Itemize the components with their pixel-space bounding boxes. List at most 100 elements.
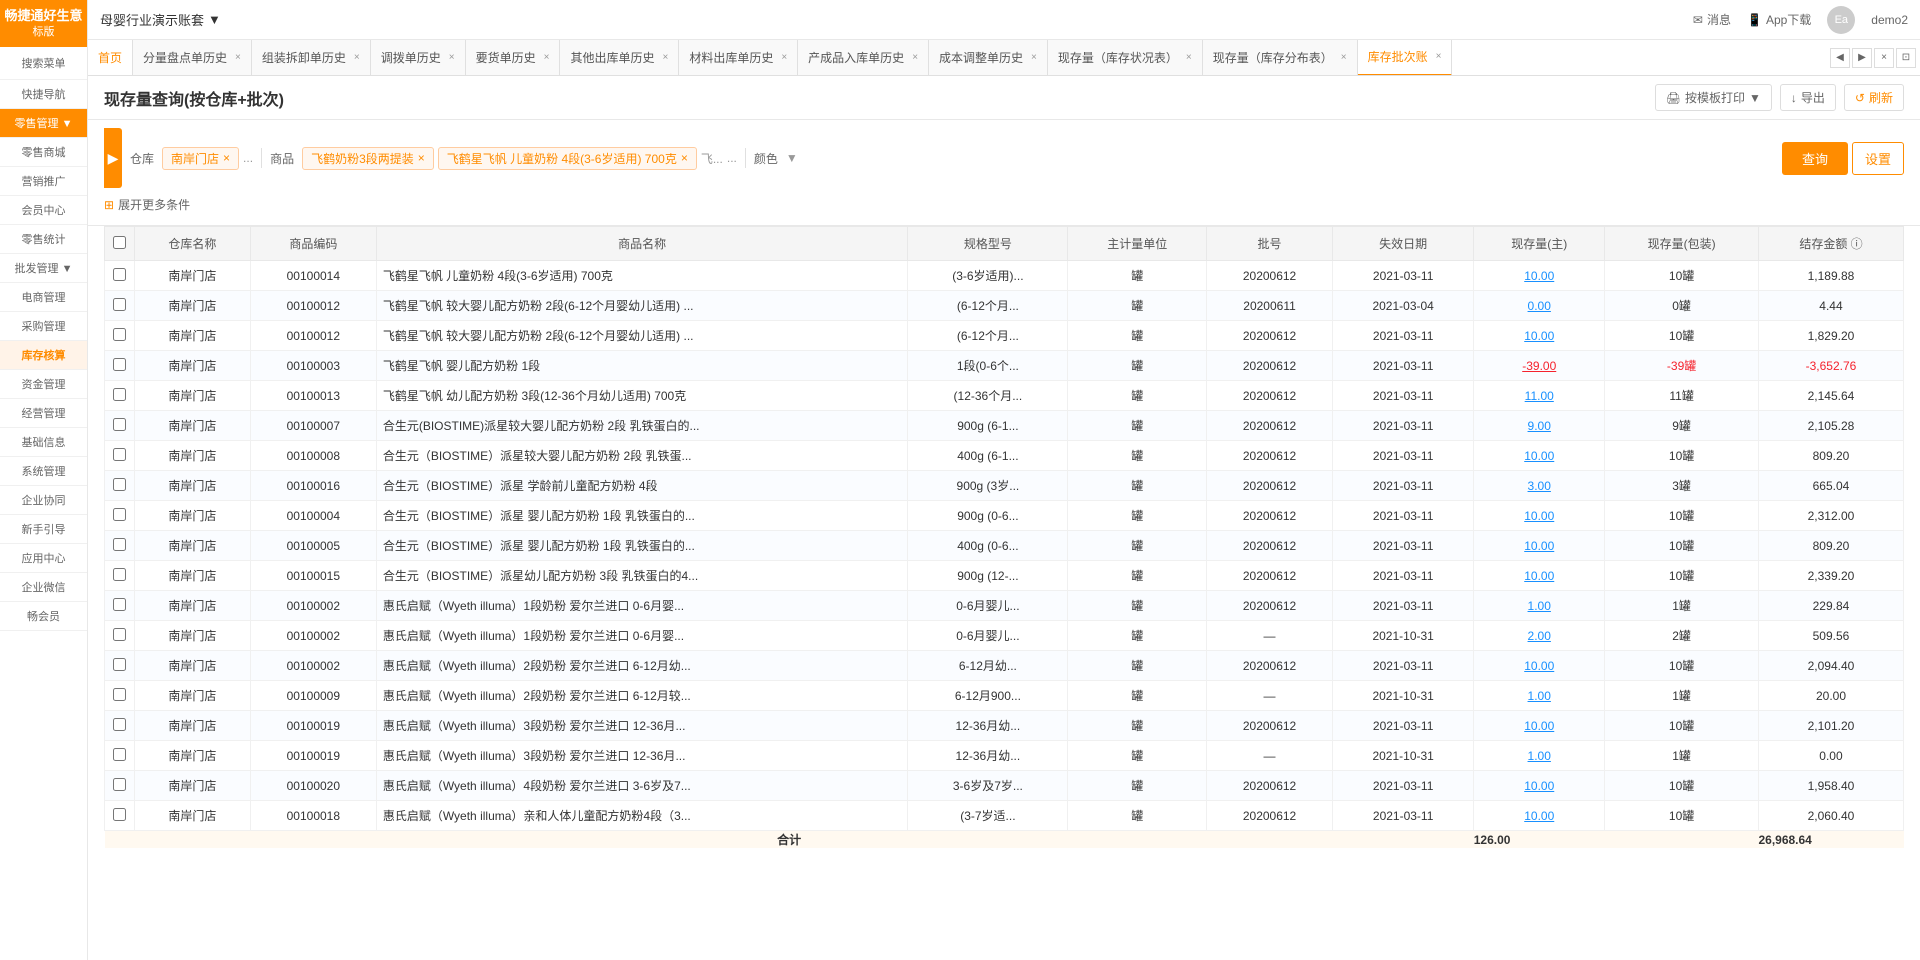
row-checkbox[interactable] bbox=[113, 688, 126, 701]
row-checkbox-cell[interactable] bbox=[105, 741, 135, 771]
row-checkbox[interactable] bbox=[113, 298, 126, 311]
row-checkbox[interactable] bbox=[113, 508, 126, 521]
tab-assembly[interactable]: 组装拆卸单历史 × bbox=[252, 40, 371, 76]
warehouse-more[interactable]: ... bbox=[243, 151, 253, 165]
row-checkbox-cell[interactable] bbox=[105, 711, 135, 741]
tab-requisition[interactable]: 要货单历史 × bbox=[466, 40, 561, 76]
row-checkbox-cell[interactable] bbox=[105, 561, 135, 591]
row-checkbox-cell[interactable] bbox=[105, 651, 135, 681]
tabs-expand-button[interactable]: ⊡ bbox=[1896, 48, 1916, 68]
row-checkbox-cell[interactable] bbox=[105, 321, 135, 351]
row-checkbox-cell[interactable] bbox=[105, 801, 135, 831]
sidebar-item-system[interactable]: 系统管理 bbox=[0, 457, 87, 486]
row-checkbox-cell[interactable] bbox=[105, 591, 135, 621]
row-checkbox-cell[interactable] bbox=[105, 351, 135, 381]
query-button[interactable]: 查询 bbox=[1782, 142, 1848, 175]
row-checkbox-cell[interactable] bbox=[105, 681, 135, 711]
row-qty-main[interactable]: 10.00 bbox=[1474, 261, 1605, 291]
row-checkbox-cell[interactable] bbox=[105, 531, 135, 561]
row-checkbox[interactable] bbox=[113, 538, 126, 551]
sidebar-item-retail-shop[interactable]: 零售商城 bbox=[0, 138, 87, 167]
row-checkbox[interactable] bbox=[113, 748, 126, 761]
row-checkbox-cell[interactable] bbox=[105, 411, 135, 441]
row-qty-main[interactable]: 10.00 bbox=[1474, 711, 1605, 741]
row-qty-main[interactable]: 9.00 bbox=[1474, 411, 1605, 441]
row-qty-main[interactable]: 10.00 bbox=[1474, 501, 1605, 531]
tab-product-in[interactable]: 产成品入库单历史 × bbox=[798, 40, 929, 76]
sidebar-item-enterprise[interactable]: 企业协同 bbox=[0, 486, 87, 515]
tab-close-icon[interactable]: × bbox=[1341, 52, 1347, 63]
tab-stock-status[interactable]: 现存量（库存状况表） × bbox=[1048, 40, 1203, 76]
template-print-button[interactable]: 🖨 按模板打印 ▼ bbox=[1655, 84, 1772, 111]
setting-button[interactable]: 设置 bbox=[1852, 142, 1904, 175]
tab-close-icon[interactable]: × bbox=[1031, 52, 1037, 63]
product-tag-2[interactable]: 飞鹤星飞帆 儿童奶粉 4段(3-6岁适用) 700克 × bbox=[438, 147, 697, 170]
product-more-dots[interactable]: ... bbox=[727, 151, 737, 165]
tab-other-out[interactable]: 其他出库单历史 × bbox=[560, 40, 679, 76]
product-tag-1-close[interactable]: × bbox=[418, 151, 425, 165]
row-qty-main[interactable]: 0.00 bbox=[1474, 291, 1605, 321]
row-checkbox[interactable] bbox=[113, 568, 126, 581]
row-checkbox[interactable] bbox=[113, 328, 126, 341]
sidebar-item-retail-stats[interactable]: 零售统计 bbox=[0, 225, 87, 254]
row-checkbox[interactable] bbox=[113, 388, 126, 401]
row-qty-main[interactable]: 10.00 bbox=[1474, 441, 1605, 471]
row-checkbox-cell[interactable] bbox=[105, 441, 135, 471]
row-checkbox-cell[interactable] bbox=[105, 261, 135, 291]
tab-inventory-count[interactable]: 分量盘点单历史 × bbox=[133, 40, 252, 76]
row-qty-main[interactable]: -39.00 bbox=[1474, 351, 1605, 381]
row-checkbox[interactable] bbox=[113, 628, 126, 641]
row-checkbox-cell[interactable] bbox=[105, 621, 135, 651]
row-checkbox-cell[interactable] bbox=[105, 771, 135, 801]
row-qty-main[interactable]: 11.00 bbox=[1474, 381, 1605, 411]
sidebar-item-wechat[interactable]: 企业微信 bbox=[0, 573, 87, 602]
expand-more-conditions[interactable]: ⊞ 展开更多条件 bbox=[104, 192, 1904, 217]
tab-close-icon[interactable]: × bbox=[544, 52, 550, 63]
row-checkbox-cell[interactable] bbox=[105, 501, 135, 531]
select-all-checkbox[interactable] bbox=[113, 236, 126, 249]
account-dropdown[interactable]: 母婴行业演示账套 ▼ bbox=[100, 10, 221, 29]
refresh-button[interactable]: ↺ 刷新 bbox=[1844, 84, 1904, 111]
tabs-close-button[interactable]: × bbox=[1874, 48, 1894, 68]
row-checkbox-cell[interactable] bbox=[105, 381, 135, 411]
tab-close-icon[interactable]: × bbox=[662, 52, 668, 63]
row-checkbox[interactable] bbox=[113, 718, 126, 731]
product-tag-2-close[interactable]: × bbox=[681, 151, 688, 165]
tab-close-icon[interactable]: × bbox=[912, 52, 918, 63]
row-qty-main[interactable]: 10.00 bbox=[1474, 651, 1605, 681]
row-checkbox[interactable] bbox=[113, 268, 126, 281]
sidebar-item-inventory[interactable]: 库存核算 bbox=[0, 341, 87, 370]
row-qty-main[interactable]: 1.00 bbox=[1474, 741, 1605, 771]
row-checkbox[interactable] bbox=[113, 598, 126, 611]
tab-transfer[interactable]: 调拨单历史 × bbox=[371, 40, 466, 76]
tab-close-icon[interactable]: × bbox=[235, 52, 241, 63]
row-qty-main[interactable]: 10.00 bbox=[1474, 321, 1605, 351]
export-button[interactable]: ↓ 导出 bbox=[1780, 84, 1836, 111]
row-qty-main[interactable]: 10.00 bbox=[1474, 561, 1605, 591]
tab-close-icon[interactable]: × bbox=[781, 52, 787, 63]
tab-close-icon[interactable]: × bbox=[1186, 52, 1192, 63]
row-qty-main[interactable]: 2.00 bbox=[1474, 621, 1605, 651]
tab-close-icon[interactable]: × bbox=[1436, 51, 1442, 62]
color-dropdown-icon[interactable]: ▼ bbox=[786, 151, 798, 165]
tabs-prev-button[interactable]: ◀ bbox=[1830, 48, 1850, 68]
row-checkbox[interactable] bbox=[113, 778, 126, 791]
row-checkbox[interactable] bbox=[113, 808, 126, 821]
sidebar-item-quick-nav[interactable]: 快捷导航 bbox=[0, 80, 87, 109]
app-download-button[interactable]: 📱 App下载 bbox=[1747, 11, 1811, 28]
sidebar-item-member[interactable]: 会员中心 bbox=[0, 196, 87, 225]
row-qty-main[interactable]: 1.00 bbox=[1474, 591, 1605, 621]
tab-material-out[interactable]: 材料出库单历史 × bbox=[679, 40, 798, 76]
tab-stock-dist[interactable]: 现存量（库存分布表） × bbox=[1203, 40, 1358, 76]
row-checkbox[interactable] bbox=[113, 478, 126, 491]
sidebar-item-marketing[interactable]: 营销推广 bbox=[0, 167, 87, 196]
tab-close-icon[interactable]: × bbox=[449, 52, 455, 63]
row-checkbox-cell[interactable] bbox=[105, 291, 135, 321]
sidebar-item-member-plus[interactable]: 畅会员 bbox=[0, 602, 87, 631]
sidebar-item-wholesale[interactable]: 批发管理 ▼ bbox=[0, 254, 87, 283]
filter-expand-button[interactable]: ▶ bbox=[104, 128, 122, 188]
row-qty-main[interactable]: 3.00 bbox=[1474, 471, 1605, 501]
sidebar-item-basic-info[interactable]: 基础信息 bbox=[0, 428, 87, 457]
tab-batch-account[interactable]: 库存批次账 × bbox=[1358, 40, 1453, 76]
sidebar-item-app-center[interactable]: 应用中心 bbox=[0, 544, 87, 573]
